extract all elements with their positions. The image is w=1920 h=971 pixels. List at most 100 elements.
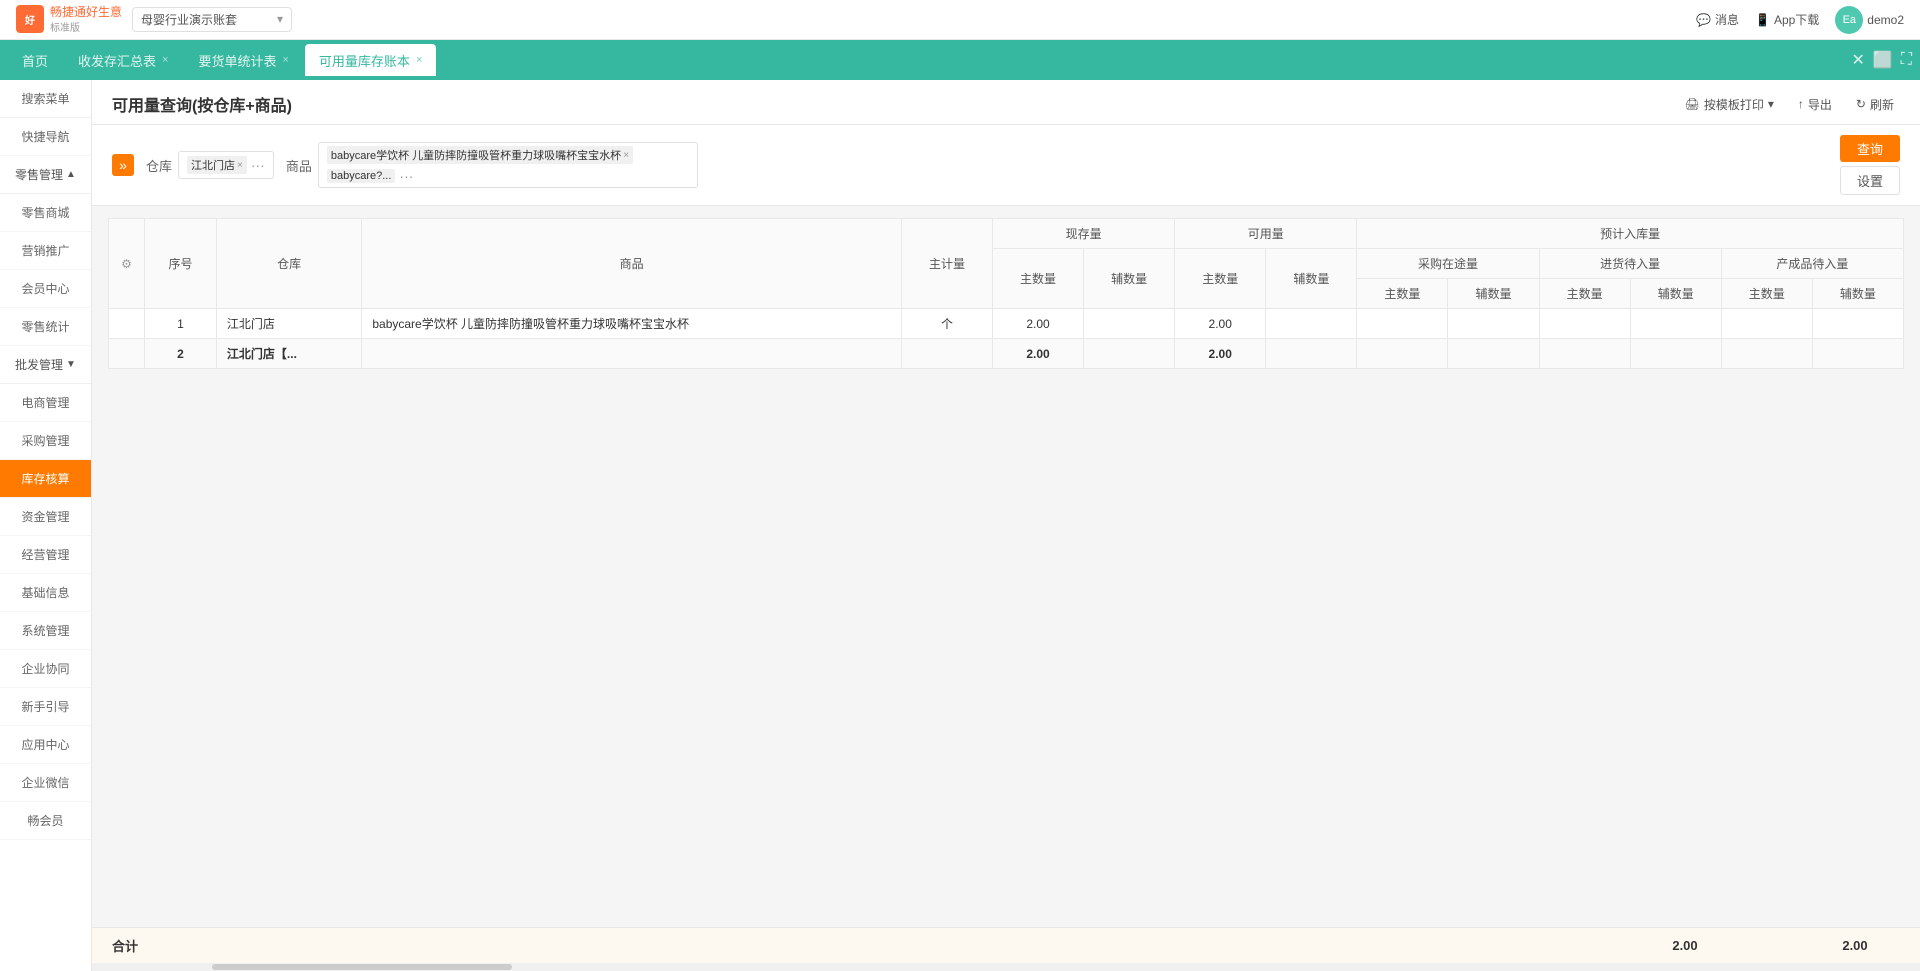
th-current-main-label: 主数量 [1020,272,1056,286]
close-window-icon[interactable]: ✕ [1851,50,1864,70]
warehouse-label: 仓库 [146,156,172,175]
sidebar-item-app-center[interactable]: 应用中心 [0,726,91,764]
sidebar-item-ecommerce-mgmt[interactable]: 电商管理 [0,384,91,422]
sidebar-item-wholesale-mgmt[interactable]: 批发管理 ▼ [0,346,91,384]
warehouse-tag-value: 江北门店 [191,157,235,173]
th-settings: ⚙ [109,219,145,309]
sidebar-item-purchase-mgmt[interactable]: 采购管理 [0,422,91,460]
tab-collection-summary-close[interactable]: × [162,54,168,66]
tab-order-stats-close[interactable]: × [282,54,288,66]
maximize-window-icon[interactable]: ⛶ [1901,51,1912,69]
export-icon: ↑ [1798,97,1804,111]
row1-purchase-transit-main [1357,309,1448,339]
table-row: 1 江北门店 babycare学饮杯 儿童防摔防撞吸管杯重力球吸嘴杯宝宝水杯 个… [109,309,1904,339]
tenant-dropdown-icon: ▾ [277,12,283,26]
tenant-selector[interactable]: 母婴行业演示账套 ▾ [132,7,292,32]
product-more-icon[interactable]: ··· [399,168,413,184]
row2-purchase-transit-aux [1448,339,1539,369]
sidebar-item-marketing[interactable]: 营销推广 [0,232,91,270]
tab-available-stock-close[interactable]: × [416,54,422,66]
horizontal-scrollbar[interactable] [92,963,1920,971]
tab-collection-summary[interactable]: 收发存汇总表 × [64,44,182,76]
sidebar-marketing-label: 营销推广 [21,244,69,258]
expand-icon: » [119,157,127,173]
row2-avail-aux [1266,339,1357,369]
print-icon: 🖨 [1685,97,1700,111]
sidebar-item-retail-mall[interactable]: 零售商城 [0,194,91,232]
print-template-btn[interactable]: 🖨 按模板打印 ▾ [1679,93,1780,116]
content-area: 可用量查询(按仓库+商品) 🖨 按模板打印 ▾ ↑ 导出 ↻ 刷新 [92,80,1920,971]
filter-actions: 查询 设置 [1840,135,1900,195]
th-avail-main: 主数量 [1175,249,1266,309]
tab-available-stock[interactable]: 可用量库存账本 × [305,44,436,76]
logo-line1: 畅捷通好生意 [50,5,122,19]
warehouse-tag-close[interactable]: × [237,160,243,171]
print-dropdown-icon: ▾ [1768,97,1774,111]
refresh-btn[interactable]: ↻ 刷新 [1850,93,1900,116]
sidebar-item-system-mgmt[interactable]: 系统管理 [0,612,91,650]
tab-order-stats[interactable]: 要货单统计表 × [184,44,302,76]
row1-purchase-transit-aux [1448,309,1539,339]
warehouse-input[interactable]: 江北门店 × ··· [178,151,274,179]
query-btn[interactable]: 查询 [1840,135,1900,162]
th-current-stock-label: 现存量 [1066,227,1102,241]
th-avail-aux: 辅数量 [1266,249,1357,309]
warehouse-more-icon[interactable]: ··· [251,157,265,173]
page-title: 可用量查询(按仓库+商品) [112,92,292,116]
app-download-action[interactable]: 📱 App下载 [1755,11,1819,28]
sidebar-enterprise-collab-label: 企业协同 [21,662,69,676]
sidebar-item-retail-mgmt[interactable]: 零售管理 ▲ [0,156,91,194]
row1-main-unit: 个 [901,309,992,339]
restore-window-icon[interactable]: ⬜ [1873,50,1893,70]
th-inbound-aux-label: 辅数量 [1658,287,1694,301]
tenant-name: 母婴行业演示账套 [141,11,237,28]
product-tag-1-close[interactable]: × [623,150,629,161]
sidebar-basic-info-label: 基础信息 [21,586,69,600]
th-current-aux: 辅数量 [1084,249,1175,309]
footer-avail-main: 2.00 [1810,938,1900,953]
app-download-label: App下载 [1774,11,1819,28]
tab-home[interactable]: 首页 [8,44,62,76]
sidebar-search-label: 搜索菜单 [8,90,83,107]
warehouse-filter: 仓库 江北门店 × ··· [146,151,274,179]
product-tag-2-value: babycare?... [331,170,392,182]
user-profile[interactable]: Ea demo2 [1835,6,1904,34]
row2-purchase-transit-main [1357,339,1448,369]
footer-label: 合计 [112,936,192,955]
sidebar-item-inventory[interactable]: 库存核算 [0,460,91,498]
settings-gear-icon[interactable]: ⚙ [121,257,132,271]
sidebar-item-new-guide[interactable]: 新手引导 [0,688,91,726]
row1-finished-main [1721,309,1812,339]
refresh-icon: ↻ [1856,97,1866,111]
sidebar-item-quick-nav[interactable]: 快捷导航 [0,118,91,156]
warehouse-tag: 江北门店 × [187,156,247,174]
page-header-actions: 🖨 按模板打印 ▾ ↑ 导出 ↻ 刷新 [1679,93,1900,116]
message-action[interactable]: 💬 消息 [1696,11,1739,28]
tab-available-stock-label: 可用量库存账本 [319,51,410,70]
product-input[interactable]: babycare学饮杯 儿童防摔防撞吸管杯重力球吸嘴杯宝宝水杯 × babyca… [318,142,698,188]
sidebar-new-guide-label: 新手引导 [21,700,69,714]
export-btn[interactable]: ↑ 导出 [1792,93,1838,116]
sidebar-retail-stats-label: 零售统计 [21,320,69,334]
th-product: 商品 [362,219,902,309]
sidebar-item-basic-info[interactable]: 基础信息 [0,574,91,612]
sidebar-item-vip-member[interactable]: 畅会员 [0,802,91,840]
sidebar-search[interactable]: 搜索菜单 [0,80,91,118]
sidebar-item-retail-stats[interactable]: 零售统计 [0,308,91,346]
filter-settings-btn[interactable]: 设置 [1840,166,1900,195]
sidebar-system-label: 系统管理 [21,624,69,638]
sidebar-item-enterprise-wechat[interactable]: 企业微信 [0,764,91,802]
expand-filter-btn[interactable]: » [112,154,134,176]
th-main-unit-label: 主计量 [929,257,965,271]
top-header: 好 畅捷通好生意 标准版 母婴行业演示账套 ▾ 💬 消息 📱 App下载 Ea … [0,0,1920,40]
sidebar-item-finance-mgmt[interactable]: 资金管理 [0,498,91,536]
row2-product [362,339,902,369]
sidebar-item-operations-mgmt[interactable]: 经营管理 [0,536,91,574]
row1-avail-main: 2.00 [1175,309,1266,339]
row2-warehouse: 江北门店【... [216,339,361,369]
sidebar-item-enterprise-collab[interactable]: 企业协同 [0,650,91,688]
sidebar-member-center-label: 会员中心 [21,282,69,296]
scrollbar-thumb[interactable] [212,964,512,970]
tab-home-label: 首页 [22,51,48,70]
sidebar-item-member-center[interactable]: 会员中心 [0,270,91,308]
